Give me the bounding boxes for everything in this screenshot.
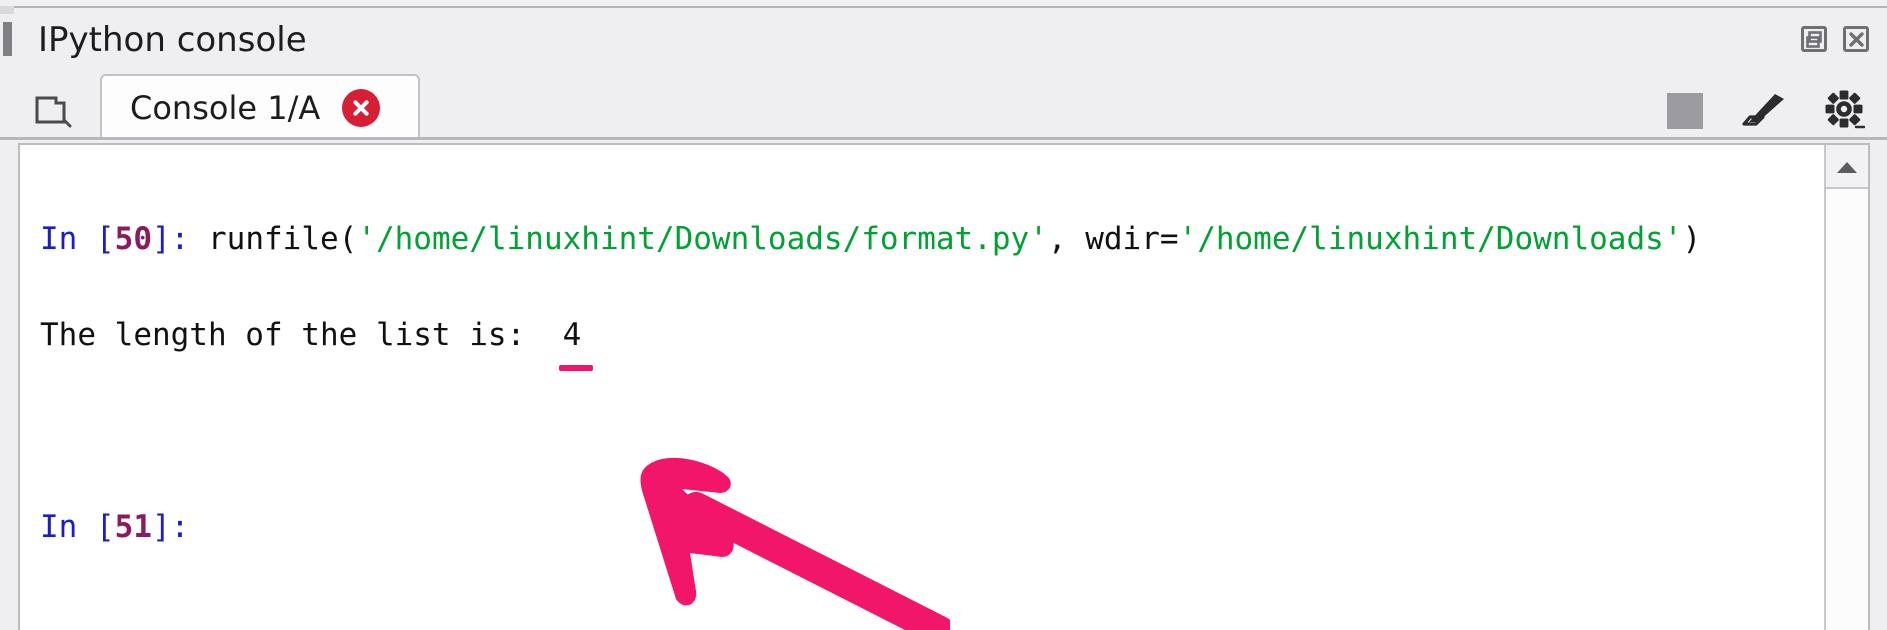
next-prompt-number: 51 (114, 509, 152, 545)
remove-all-variables-button[interactable] (1739, 91, 1787, 131)
stop-square-icon (1667, 93, 1703, 129)
next-prompt-space (77, 509, 96, 545)
scrollbar-track[interactable] (1826, 191, 1868, 630)
console-output-area[interactable]: In [50]: runfile('/home/linuxhint/Downlo… (18, 143, 1870, 630)
page-title: IPython console (38, 20, 307, 60)
close-icon (1849, 32, 1864, 47)
console-entry-50: In [50]: runfile('/home/linuxhint/Downlo… (40, 215, 1816, 263)
console-toolbar (1667, 88, 1866, 134)
options-button[interactable] (1823, 88, 1866, 134)
undock-pane-button[interactable] (1801, 26, 1831, 56)
next-prompt-close-bracket: ]: (152, 509, 190, 545)
undock-icon (1806, 31, 1822, 48)
tab-label: Console 1/A (130, 89, 321, 127)
prompt-in-label: In (40, 221, 78, 257)
console-tabbar: Console 1/A (0, 64, 1887, 140)
next-prompt-in-label: In (40, 509, 78, 545)
transcript-blank-line (40, 407, 1816, 455)
tab-close-icon[interactable] (342, 89, 381, 127)
browse-tabs-icon (35, 96, 72, 128)
console-vertical-scrollbar[interactable] (1824, 145, 1868, 630)
browse-tabs-button[interactable] (34, 90, 78, 130)
tab-console-1-a[interactable]: Console 1/A (100, 74, 420, 140)
output-text: The length of the list is: (40, 317, 563, 353)
prompt-close-bracket: ]: (152, 221, 190, 257)
console-transcript: In [50]: runfile('/home/linuxhint/Downlo… (40, 167, 1816, 630)
command-arg-wdir: '/home/linuxhint/Downloads' (1178, 221, 1683, 257)
ipython-console-pane: IPython console Console 1/A In [50]: run… (0, 0, 1887, 630)
command-closing-paren: ) (1682, 221, 1702, 257)
command-arg-script-path: '/home/linuxhint/Downloads/format.py' (357, 221, 1048, 257)
close-pane-button[interactable] (1843, 26, 1873, 56)
prompt-open-bracket: [ (96, 221, 115, 257)
console-output-line: The length of the list is: 4 (40, 311, 1816, 371)
tabbar-baseline (0, 137, 1887, 140)
pane-drag-grip[interactable] (3, 22, 12, 56)
pane-header: IPython console (0, 8, 1887, 68)
eraser-icon (1742, 94, 1784, 126)
interrupt-kernel-button[interactable] (1667, 93, 1703, 129)
command-function: runfile( (208, 221, 358, 257)
prompt-gap (189, 221, 208, 257)
scroll-up-arrow-icon[interactable] (1826, 145, 1868, 189)
prompt-number: 50 (114, 221, 152, 257)
next-prompt-open-bracket: [ (96, 509, 115, 545)
console-entry-51: In [51]: (40, 503, 1816, 551)
gear-icon (1825, 90, 1866, 129)
output-highlighted-value: 4 (558, 311, 593, 371)
command-separator: , wdir= (1047, 221, 1179, 257)
pane-header-buttons (1801, 26, 1873, 56)
